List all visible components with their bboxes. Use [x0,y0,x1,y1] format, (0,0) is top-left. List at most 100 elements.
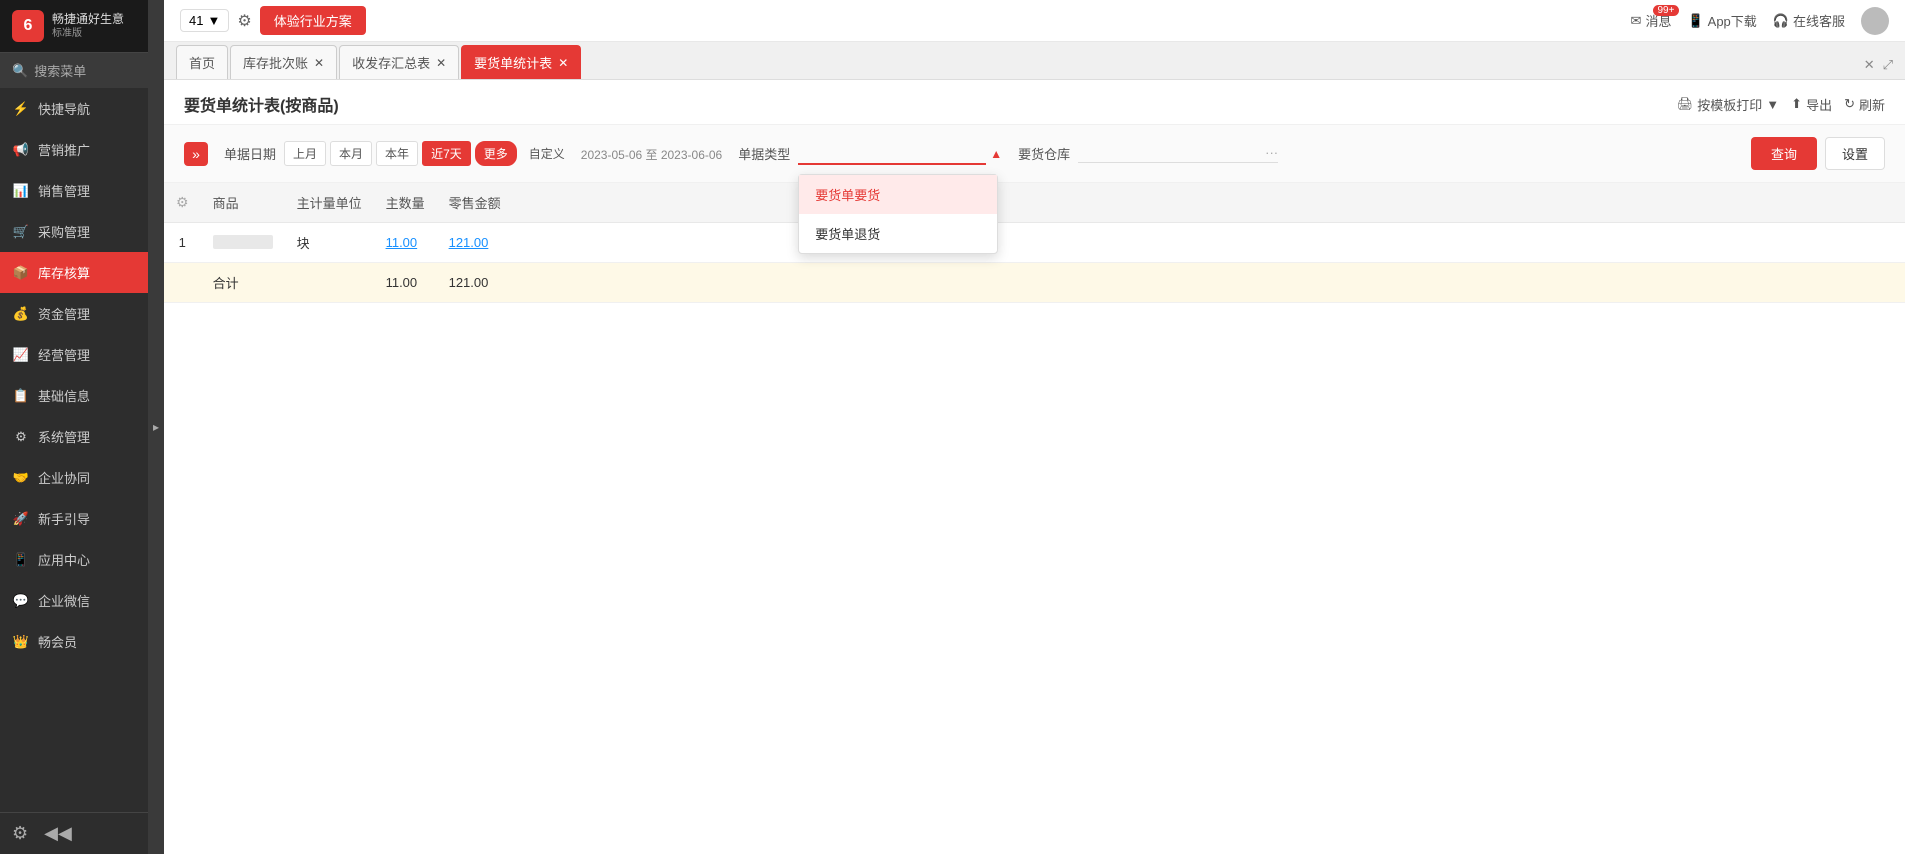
date-buttons: 上月 本月 本年 近7天 更多 自定义 [284,141,573,166]
sidebar-nav: ⚡ 快捷导航 📢 营销推广 📊 销售管理 🛒 采购管理 📦 库存核算 💰 资金管… [0,88,148,812]
warehouse-input-wrap: ··· [1078,145,1278,163]
dropdown-item-order-return[interactable]: 要货单退货 [799,214,997,253]
sidebar-item-sales-mgmt[interactable]: 📊 销售管理 [0,170,148,211]
date-btn-this-year[interactable]: 本年 [376,141,418,166]
settings-icon[interactable]: ⚙ [12,823,28,844]
app-download-btn[interactable]: 📱 App下载 [1687,11,1756,30]
tab-receive-summary-close[interactable]: ✕ [436,56,446,70]
sidebar-item-system-mgmt[interactable]: ⚙ 系统管理 [0,416,148,457]
type-label: 单据类型 [738,144,790,163]
filter-expand-btn[interactable]: » [184,142,208,166]
date-btn-last-7-days[interactable]: 近7天 [422,141,471,166]
refresh-btn[interactable]: ↻ 刷新 [1844,95,1885,114]
sidebar-search[interactable]: 🔍 搜索菜单 [0,53,148,88]
sidebar-item-basic-info[interactable]: 📋 基础信息 [0,375,148,416]
sidebar-item-enterprise-collab[interactable]: 🤝 企业协同 [0,457,148,498]
topbar-right: ✉ 消息 99+ 📱 App下载 🎧 在线客服 [1631,7,1889,35]
settings-btn[interactable]: 设置 [1825,137,1885,170]
tab-inventory-batch-close[interactable]: ✕ [314,56,324,70]
chevron-down-icon: ▼ [207,13,220,28]
sidebar-item-business-mgmt[interactable]: 📈 经营管理 [0,334,148,375]
expand-tabs-icon[interactable]: ⤢ [1883,57,1893,73]
col-extra [513,183,1905,223]
avatar[interactable] [1861,7,1889,35]
nav-label-system-mgmt: 系统管理 [38,427,90,446]
sidebar-item-member[interactable]: 👑 畅会员 [0,621,148,662]
tab-order-stats[interactable]: 要货单统计表 ✕ [461,45,581,79]
nav-label-enterprise-wechat: 企业微信 [38,591,90,610]
query-btn[interactable]: 查询 [1751,137,1817,170]
date-btn-this-month[interactable]: 本月 [330,141,372,166]
date-range-display: 2023-05-06 至 2023-06-06 [581,146,722,163]
industry-btn[interactable]: 体验行业方案 [260,6,366,35]
warehouse-label: 要货仓库 [1018,144,1070,163]
tab-order-stats-label: 要货单统计表 [474,53,552,72]
cell-qty: 11.00 [374,223,437,263]
date-btn-more[interactable]: 更多 [475,141,517,166]
sidebar-item-inventory[interactable]: 📦 库存核算 [0,252,148,293]
nav-icon-enterprise-wechat: 💬 [12,592,30,610]
tabbar: 首页 库存批次账 ✕ 收发存汇总表 ✕ 要货单统计表 ✕ ✕ ⤢ [164,42,1905,80]
tab-home[interactable]: 首页 [176,45,228,79]
sidebar-item-quick-nav[interactable]: ⚡ 快捷导航 [0,88,148,129]
cell-unit: 块 [285,223,374,263]
nav-label-finance: 资金管理 [38,304,90,323]
type-dropdown-wrap: ▲ 要货单要货 要货单退货 [798,142,1002,165]
table-settings-icon[interactable]: ⚙ [176,194,189,210]
tabbar-controls: ✕ ⤢ [1864,57,1893,73]
nav-label-business-mgmt: 经营管理 [38,345,90,364]
sidebar-item-guide[interactable]: 🚀 新手引导 [0,498,148,539]
company-selector[interactable]: 41 ▼ [180,9,229,32]
nav-icon-basic-info: 📋 [12,387,30,405]
date-btn-last-month[interactable]: 上月 [284,141,326,166]
type-input[interactable] [798,142,986,165]
sidebar-logo: 6 畅捷通好生意 标准版 [0,0,148,53]
nav-label-marketing: 营销推广 [38,140,90,159]
warehouse-more-icon[interactable]: ··· [1265,145,1278,160]
tab-inventory-batch[interactable]: 库存批次账 ✕ [230,45,337,79]
sidebar-item-purchase-mgmt[interactable]: 🛒 采购管理 [0,211,148,252]
page-header-actions: 🖨 按模板打印 ▼ ⬆ 导出 ↻ 刷新 [1677,95,1885,114]
nav-icon-guide: 🚀 [12,510,30,528]
sidebar-item-marketing[interactable]: 📢 营销推广 [0,129,148,170]
filter-date-group: 单据日期 上月 本月 本年 近7天 更多 自定义 2023-05-06 至 20… [224,141,722,166]
filter-area: » 单据日期 上月 本月 本年 近7天 更多 自定义 2023-05-06 至 … [164,125,1905,183]
filter-actions: 查询 设置 [1751,137,1885,170]
collapse-icon[interactable]: ◀◀ [44,823,72,844]
page-content: 要货单统计表(按商品) 🖨 按模板打印 ▼ ⬆ 导出 ↻ 刷新 [164,80,1905,854]
sidebar-item-app-center[interactable]: 📱 应用中心 [0,539,148,580]
sidebar-item-finance[interactable]: 💰 资金管理 [0,293,148,334]
settings-gear-icon[interactable]: ⚙ [237,11,251,31]
export-icon: ⬆ [1791,96,1802,112]
headset-icon: 🎧 [1773,13,1789,29]
tab-receive-summary[interactable]: 收发存汇总表 ✕ [339,45,459,79]
print-btn[interactable]: 🖨 按模板打印 ▼ [1677,95,1779,114]
nav-label-basic-info: 基础信息 [38,386,90,405]
type-caret-up-icon[interactable]: ▲ [990,147,1002,161]
nav-icon-system-mgmt: ⚙ [12,428,30,446]
footer-extra [513,263,1905,303]
nav-icon-inventory: 📦 [12,264,30,282]
export-btn[interactable]: ⬆ 导出 [1791,95,1832,114]
type-dropdown-menu: 要货单要货 要货单退货 [798,174,998,254]
table-header-row: ⚙ 商品 主计量单位 主数量 零售金额 [164,183,1905,223]
sidebar-item-enterprise-wechat[interactable]: 💬 企业微信 [0,580,148,621]
refresh-icon: ↻ [1844,96,1855,112]
sidebar: 6 畅捷通好生意 标准版 🔍 搜索菜单 ⚡ 快捷导航 📢 营销推广 📊 销售管理… [0,0,148,854]
sidebar-bottom: ⚙ ◀◀ [0,812,148,854]
online-service-btn[interactable]: 🎧 在线客服 [1773,11,1845,30]
sidebar-collapse-btn[interactable]: ▸ [148,0,164,854]
messages-btn[interactable]: ✉ 消息 99+ [1631,11,1672,30]
nav-label-sales-mgmt: 销售管理 [38,181,90,200]
footer-amount: 121.00 [437,263,513,303]
tab-order-stats-close[interactable]: ✕ [558,56,568,70]
main-content: 41 ▼ ⚙ 体验行业方案 ✉ 消息 99+ 📱 App下载 🎧 在线客服 [164,0,1905,854]
close-all-icon[interactable]: ✕ [1864,57,1875,73]
nav-label-purchase-mgmt: 采购管理 [38,222,90,241]
dropdown-item-order-goods[interactable]: 要货单要货 [799,175,997,214]
cell-seq: 1 [164,223,201,263]
date-btn-custom[interactable]: 自定义 [521,142,573,165]
topbar-left: 41 ▼ ⚙ 体验行业方案 [180,6,1615,35]
warehouse-input[interactable] [1078,145,1261,160]
message-icon: ✉ [1631,13,1642,29]
